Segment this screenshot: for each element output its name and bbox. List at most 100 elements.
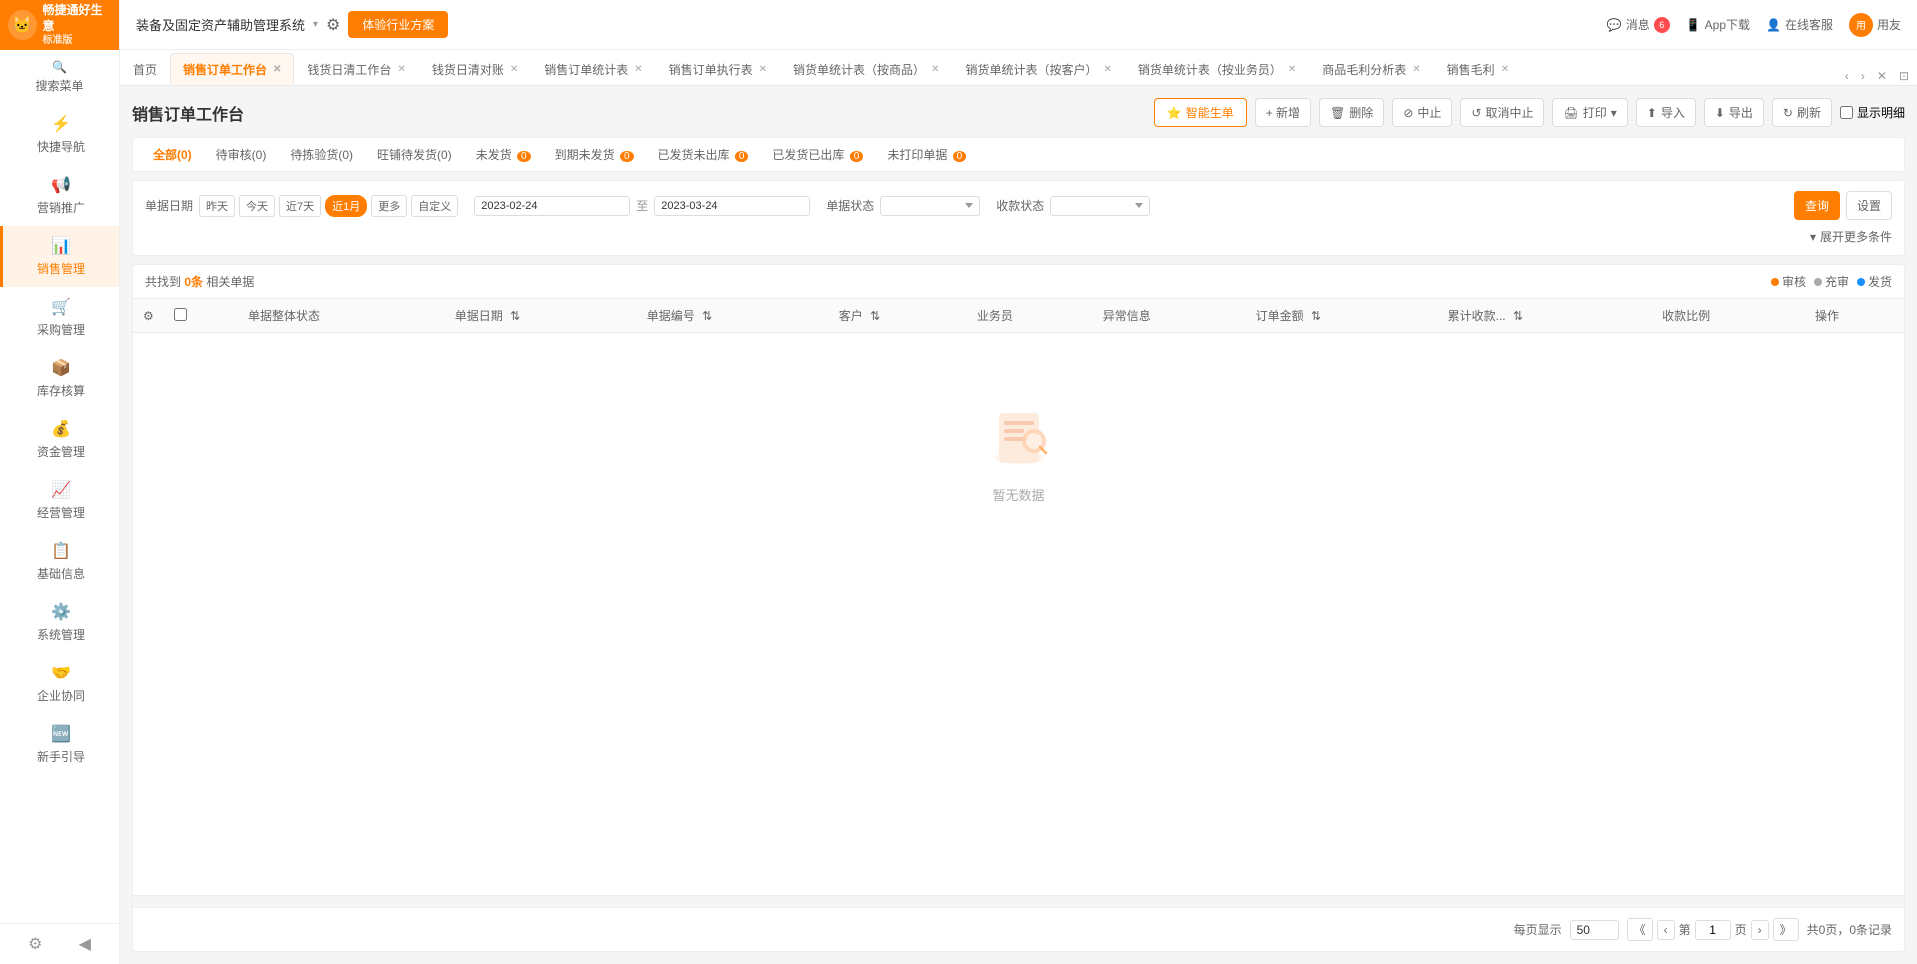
date-range-buttons: 昨天 今天 近7天 近1月 更多 自定义 <box>199 195 458 217</box>
date-btn-yesterday[interactable]: 昨天 <box>199 195 235 217</box>
select-all-checkbox[interactable] <box>174 308 187 321</box>
tab-prev-button[interactable]: ‹ <box>1841 67 1853 85</box>
filter-tab-not-shipped[interactable]: 未发货 0 <box>464 142 543 167</box>
date-btn-today[interactable]: 今天 <box>239 195 275 217</box>
expand-conditions-button[interactable]: ▾ 展开更多条件 <box>1810 228 1892 245</box>
tab-sales-summary-product[interactable]: 销货单统计表（按商品） ✕ <box>780 53 952 85</box>
experience-button[interactable]: 体验行业方案 <box>348 11 448 38</box>
show-detail-toggle[interactable]: 显示明细 <box>1840 104 1905 121</box>
tab-home[interactable]: 首页 <box>120 53 170 85</box>
tab-close-sales-more[interactable]: ✕ <box>1501 64 1509 75</box>
online-service-item[interactable]: 👤 在线客服 <box>1766 16 1833 33</box>
date-from-input[interactable] <box>474 196 630 216</box>
tab-expand-button[interactable]: ⊡ <box>1895 67 1913 85</box>
collected-sort-icon[interactable]: ⇅ <box>1513 310 1523 322</box>
amount-sort-icon[interactable]: ⇅ <box>1311 310 1321 322</box>
add-button[interactable]: + 新增 <box>1255 98 1311 127</box>
filter-tab-all[interactable]: 全部(0) <box>141 142 204 167</box>
tab-close-sales-stats[interactable]: ✕ <box>634 64 642 75</box>
sidebar-item-operation[interactable]: 📈 经营管理 <box>0 470 119 531</box>
app-title-dropdown-icon[interactable]: ▾ <box>313 19 318 30</box>
filter-tab-overdue-not-shipped[interactable]: 到期未发货 0 <box>543 142 646 167</box>
page-size-select[interactable]: 10 20 50 100 <box>1570 920 1619 940</box>
tab-close-sales-exec[interactable]: ✕ <box>759 64 767 75</box>
export-button[interactable]: ⬇ 导出 <box>1704 98 1764 127</box>
tab-cash-reconcile[interactable]: 钱货日清对账 ✕ <box>419 53 531 85</box>
sidebar-item-purchase[interactable]: 🛒 采购管理 <box>0 287 119 348</box>
tab-close-cash-daily[interactable]: ✕ <box>397 64 405 75</box>
settings-icon[interactable]: ⚙ <box>28 934 42 954</box>
sidebar-item-quick-nav[interactable]: ⚡ 快捷导航 <box>0 104 119 165</box>
tab-product-margin[interactable]: 商品毛利分析表 ✕ <box>1309 53 1433 85</box>
tab-close-sales-workbench[interactable]: ✕ <box>273 64 281 75</box>
date-sort-icon[interactable]: ⇅ <box>510 310 520 322</box>
horizontal-scrollbar[interactable] <box>133 895 1904 907</box>
delete-button[interactable]: 🗑 删除 <box>1319 98 1384 127</box>
page-first-button[interactable]: 《 <box>1627 918 1653 941</box>
tab-sales-summary-staff[interactable]: 销货单统计表（按业务员） ✕ <box>1125 53 1309 85</box>
sidebar-item-guide[interactable]: 🆕 新手引导 <box>0 714 119 775</box>
app-settings-icon[interactable]: ⚙ <box>326 15 340 35</box>
sidebar-item-sales[interactable]: 📊 销售管理 <box>0 226 119 287</box>
message-item[interactable]: 💬 消息 6 <box>1607 16 1670 33</box>
sidebar-search[interactable]: 🔍 搜索菜单 <box>0 50 119 104</box>
tab-sales-more[interactable]: 销售毛利 ✕ <box>1434 53 1522 85</box>
tab-sales-workbench[interactable]: 销售订单工作台 ✕ <box>170 53 294 85</box>
smart-generate-button[interactable]: ⭐ 智能生单 <box>1154 98 1247 127</box>
cancel-suspend-button[interactable]: ↺ 取消中止 <box>1460 98 1544 127</box>
date-btn-7days[interactable]: 近7天 <box>279 195 321 217</box>
ship-dot <box>1857 278 1865 286</box>
import-button[interactable]: ⬆ 导入 <box>1636 98 1696 127</box>
customer-sort-icon[interactable]: ⇅ <box>870 310 880 322</box>
page-next-button[interactable]: › <box>1751 920 1769 940</box>
collapse-icon[interactable]: ◀ <box>79 934 91 954</box>
user-item[interactable]: 用 用友 <box>1849 13 1901 37</box>
date-to-input[interactable] <box>654 196 810 216</box>
tab-next-button[interactable]: › <box>1857 67 1869 85</box>
tab-close-sales-summary-product[interactable]: ✕ <box>931 64 939 75</box>
filter-tab-not-printed[interactable]: 未打印单据 0 <box>875 142 978 167</box>
page-last-button[interactable]: 》 <box>1773 918 1799 941</box>
date-btn-more[interactable]: 更多 <box>371 195 407 217</box>
filter-tab-pending-review[interactable]: 待审核(0) <box>204 142 279 167</box>
page-header: 销售订单工作台 ⭐ 智能生单 + 新增 🗑 删除 ⊘ 中止 ↺ 取消中止 <box>132 98 1905 127</box>
filter-tab-shipped-out[interactable]: 已发货已出库 0 <box>760 142 875 167</box>
sidebar-item-inventory[interactable]: 📦 库存核算 <box>0 348 119 409</box>
sidebar-item-enterprise[interactable]: 🤝 企业协同 <box>0 653 119 714</box>
suspend-button[interactable]: ⊘ 中止 <box>1392 98 1452 127</box>
page-prev-button[interactable]: ‹ <box>1657 920 1675 940</box>
tab-sales-exec[interactable]: 销售订单执行表 ✕ <box>656 53 780 85</box>
date-btn-1month[interactable]: 近1月 <box>325 195 367 217</box>
number-sort-icon[interactable]: ⇅ <box>702 310 712 322</box>
filter-tab-wangpu[interactable]: 旺铺待发货(0) <box>365 142 464 167</box>
tab-sales-summary-customer[interactable]: 销货单统计表（按客户） ✕ <box>952 53 1124 85</box>
date-btn-custom[interactable]: 自定义 <box>411 195 458 217</box>
app-download-item[interactable]: 📱 App下载 <box>1686 16 1750 33</box>
unreview-op-button[interactable]: 充审 <box>1814 273 1849 290</box>
show-detail-checkbox[interactable] <box>1840 106 1853 119</box>
tab-close-sales-summary-staff[interactable]: ✕ <box>1288 64 1296 75</box>
tab-close-product-margin[interactable]: ✕ <box>1412 64 1420 75</box>
payment-status-select[interactable] <box>1050 196 1150 216</box>
tab-close-all-button[interactable]: ✕ <box>1873 67 1891 85</box>
sidebar-item-marketing[interactable]: 📢 营销推广 <box>0 165 119 226</box>
review-op-button[interactable]: 审核 <box>1771 273 1806 290</box>
filter-tab-shipped-not-out[interactable]: 已发货未出库 0 <box>646 142 761 167</box>
tab-cash-daily[interactable]: 钱货日清工作台 ✕ <box>294 53 418 85</box>
ship-op-button[interactable]: 发货 <box>1857 273 1892 290</box>
refresh-button[interactable]: ↻ 刷新 <box>1772 98 1832 127</box>
tab-close-sales-summary-customer[interactable]: ✕ <box>1103 64 1111 75</box>
not-printed-badge: 0 <box>953 151 967 162</box>
sidebar-item-system[interactable]: ⚙️ 系统管理 <box>0 592 119 653</box>
status-select[interactable] <box>880 196 980 216</box>
tab-close-cash-reconcile[interactable]: ✕ <box>510 64 518 75</box>
query-button[interactable]: 查询 <box>1794 191 1840 220</box>
tab-sales-stats[interactable]: 销售订单统计表 ✕ <box>531 53 655 85</box>
column-settings-icon[interactable]: ⚙ <box>143 309 154 323</box>
sidebar-item-finance[interactable]: 💰 资金管理 <box>0 409 119 470</box>
page-number-input[interactable] <box>1695 920 1731 940</box>
settings-button[interactable]: 设置 <box>1846 191 1892 220</box>
filter-tab-pending-inspect[interactable]: 待拣验货(0) <box>278 142 365 167</box>
sidebar-item-basic[interactable]: 📋 基础信息 <box>0 531 119 592</box>
print-button[interactable]: 🖨 打印 ▾ <box>1552 98 1627 127</box>
